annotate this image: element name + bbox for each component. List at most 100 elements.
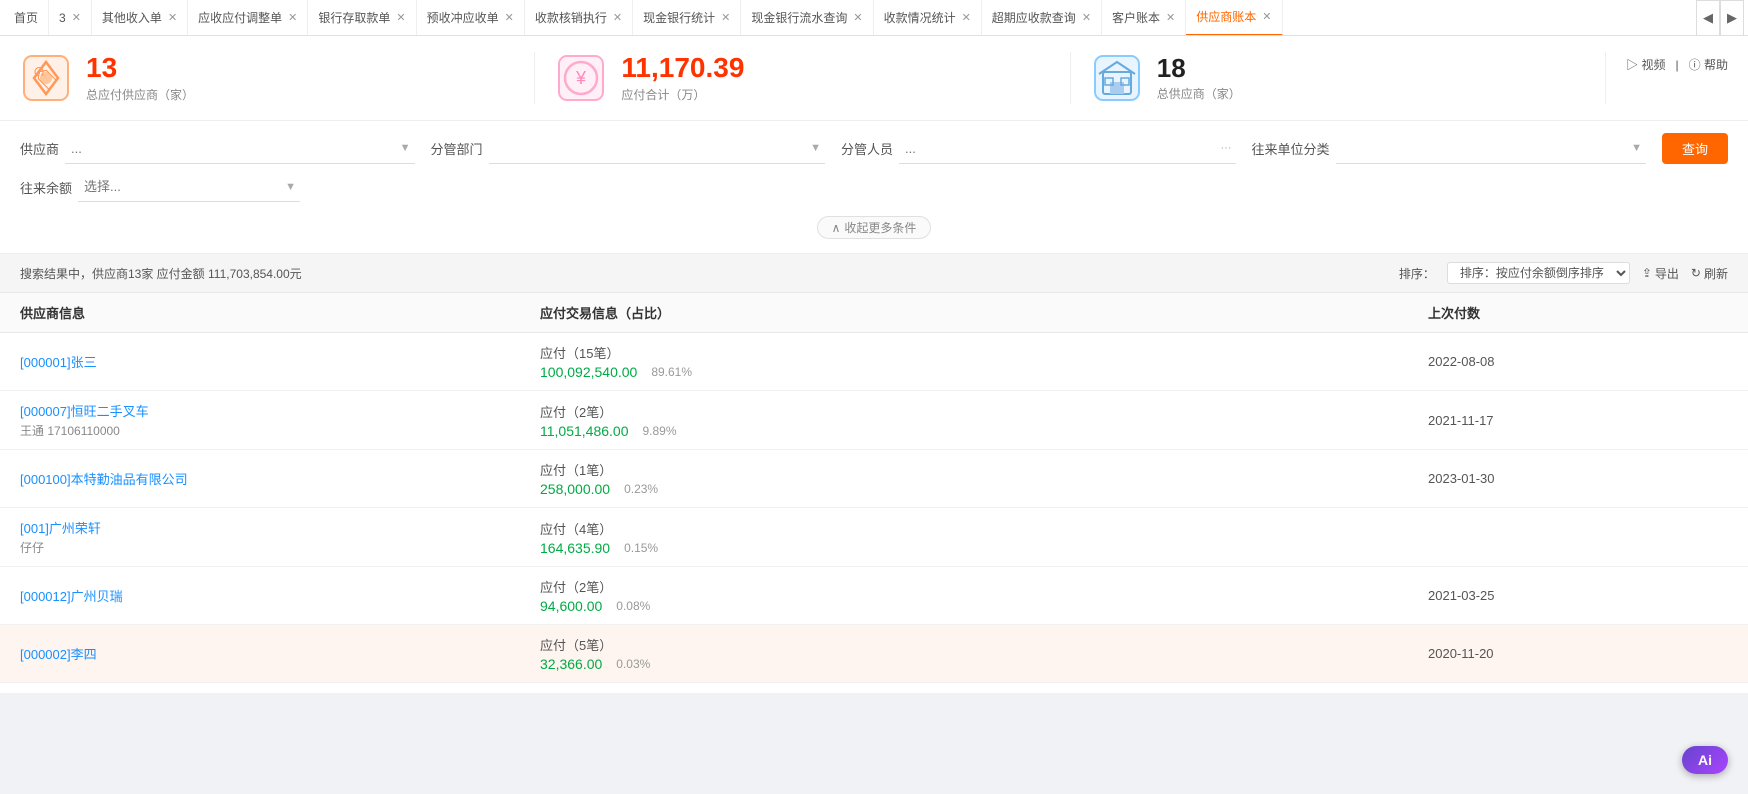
close-icon[interactable]: ✕ <box>1262 10 1271 23</box>
balance-input[interactable] <box>78 172 285 201</box>
last-pay-cell: 2023-01-30 <box>1428 471 1728 486</box>
tx-label: 应付（1笔） <box>540 460 1428 479</box>
tx-info-cell: 应付（1笔） 258,000.00 0.23% <box>540 460 1428 497</box>
close-icon[interactable]: ✕ <box>396 11 405 24</box>
supplier-filter-wrap[interactable]: ▼ <box>65 134 414 164</box>
supplier-sub: 仔仔 <box>20 539 540 556</box>
chevron-up-icon: ∧ <box>832 221 841 235</box>
nav-tab-ar-ap-adjust[interactable]: 应收应付调整单 ✕ <box>188 0 308 36</box>
top-nav: 首页 3 ✕ 其他收入单 ✕ 应收应付调整单 ✕ 银行存取款单 ✕ 预收冲应收单… <box>0 0 1748 36</box>
close-icon[interactable]: ✕ <box>613 11 622 24</box>
video-link[interactable]: ▷ 视频 <box>1626 56 1665 73</box>
last-pay-date: 2021-11-17 <box>1428 413 1494 428</box>
filter-balance: 往来余额 ▼ <box>20 172 300 202</box>
sort-label: 排序： <box>1399 265 1435 282</box>
tx-pct: 0.03% <box>616 657 650 671</box>
tx-info-cell: 应付（4笔） 164,635.90 0.15% <box>540 519 1428 556</box>
filter-area: 供应商 ▼ 分管部门 ▼ 分管人员 ··· 往来单位分类 <box>0 121 1748 254</box>
help-link[interactable]: ⓘ 帮助 <box>1689 56 1728 73</box>
supplier-info-cell: [001]广州荣轩 仔仔 <box>20 518 540 556</box>
money-icon: ¥ <box>555 52 607 104</box>
tx-info-cell: 应付（2笔） 94,600.00 0.08% <box>540 577 1428 614</box>
nav-tab-other-income-label: 其他收入单 <box>102 9 162 26</box>
ap-amount-value: 11,170.39 <box>621 53 744 84</box>
filter-category: 往来单位分类 ▼ <box>1252 134 1647 164</box>
tx-label: 应付（5笔） <box>540 635 1428 654</box>
nav-tab-ar-ap-adjust-label: 应收应付调整单 <box>198 9 282 26</box>
supplier-link[interactable]: [000002]李四 <box>20 647 97 662</box>
nav-tab-collect-stat-label: 收款情况统计 <box>884 9 956 26</box>
nav-tab-cash-bank-stat[interactable]: 现金银行统计 ✕ <box>633 0 741 36</box>
supplier-info-cell: [000012]广州贝瑞 <box>20 586 540 605</box>
close-icon[interactable]: ✕ <box>853 11 862 24</box>
ai-label: Ai <box>1698 752 1712 768</box>
category-input[interactable] <box>1336 134 1632 163</box>
tx-label: 应付（4笔） <box>540 519 1428 538</box>
last-pay-date: 2022-08-08 <box>1428 354 1495 369</box>
total-suppliers-label: 总供应商（家） <box>1157 85 1241 102</box>
nav-tab-home[interactable]: 首页 <box>4 0 49 36</box>
summary-bar: 🏷 13 总应付供应商（家） ¥ 11,170.39 应付合计（万） <box>0 36 1748 121</box>
close-icon[interactable]: ✕ <box>168 11 177 24</box>
nav-tab-bank-deposit[interactable]: 银行存取款单 ✕ <box>308 0 416 36</box>
supplier-info-cell: [000007]恒旺二手叉车 王通 17106110000 <box>20 401 540 439</box>
tx-pct: 0.15% <box>624 541 658 555</box>
tx-amount: 164,635.90 <box>540 540 610 556</box>
supplier-link[interactable]: [000012]广州贝瑞 <box>20 589 123 604</box>
nav-tab-cash-bank-stat-label: 现金银行统计 <box>643 9 715 26</box>
filter-person: 分管人员 ··· <box>841 134 1236 164</box>
close-icon[interactable]: ✕ <box>288 11 297 24</box>
close-icon[interactable]: ✕ <box>1166 11 1175 24</box>
supplier-link[interactable]: [000001]张三 <box>20 355 97 370</box>
nav-tab-home-label: 首页 <box>14 9 38 26</box>
dept-input[interactable] <box>489 134 811 163</box>
table-row: [000001]张三 应付（15笔） 100,092,540.00 89.61%… <box>0 333 1748 391</box>
dept-filter-wrap[interactable]: ▼ <box>489 134 825 164</box>
summary-ap-amount: ¥ 11,170.39 应付合计（万） <box>555 52 1070 104</box>
nav-tab-cash-bank-query[interactable]: 现金银行流水查询 ✕ <box>741 0 873 36</box>
close-icon[interactable]: ✕ <box>72 11 81 24</box>
summary-total-suppliers: 18 总供应商（家） <box>1091 52 1606 104</box>
supplier-link[interactable]: [001]广州荣轩 <box>20 521 101 536</box>
collapse-button[interactable]: ∧ 收起更多条件 <box>817 216 932 239</box>
person-filter-wrap[interactable]: ··· <box>899 134 1235 164</box>
store-icon <box>1091 52 1143 104</box>
tx-pct: 9.89% <box>643 424 677 438</box>
ai-badge[interactable]: Ai <box>1682 746 1728 774</box>
nav-tab-supplier-ledger[interactable]: 供应商账本 ✕ <box>1186 0 1282 36</box>
ap-suppliers-label: 总应付供应商（家） <box>86 86 194 103</box>
export-button[interactable]: ⇪ 导出 <box>1642 265 1679 282</box>
close-icon[interactable]: ✕ <box>962 11 971 24</box>
supplier-link[interactable]: [000007]恒旺二手叉车 <box>20 404 149 419</box>
close-icon[interactable]: ✕ <box>505 11 514 24</box>
data-table: 供应商信息 应付交易信息（占比） 上次付数 [000001]张三 应付（15笔）… <box>0 293 1748 693</box>
tx-label: 应付（2笔） <box>540 577 1428 596</box>
close-icon[interactable]: ✕ <box>1082 11 1091 24</box>
nav-tab-other-income[interactable]: 其他收入单 ✕ <box>92 0 188 36</box>
tx-info-cell: 应付（15笔） 100,092,540.00 89.61% <box>540 343 1428 380</box>
result-summary-text: 搜索结果中，供应商13家 应付金额 111,703,854.00元 <box>20 265 302 282</box>
nav-tab-customer-ledger[interactable]: 客户账本 ✕ <box>1102 0 1186 36</box>
summary-ap-suppliers-text: 13 总应付供应商（家） <box>86 53 194 103</box>
supplier-input[interactable] <box>65 134 400 163</box>
close-icon[interactable]: ✕ <box>721 11 730 24</box>
nav-tab-collect-verify-label: 收款核销执行 <box>535 9 607 26</box>
balance-filter-wrap[interactable]: ▼ <box>78 172 300 202</box>
nav-next-button[interactable]: ▶ <box>1720 0 1744 36</box>
tx-label: 应付（15笔） <box>540 343 1428 362</box>
nav-tab-3[interactable]: 3 ✕ <box>49 0 92 36</box>
person-input[interactable] <box>899 134 1220 163</box>
person-filter-label: 分管人员 <box>841 139 893 158</box>
sort-select[interactable]: 排序：按应付余额倒序排序 <box>1447 262 1630 284</box>
query-button[interactable]: 查询 <box>1662 133 1728 164</box>
nav-tab-collect-stat[interactable]: 收款情况统计 ✕ <box>874 0 982 36</box>
nav-tab-overdue-ar[interactable]: 超期应收款查询 ✕ <box>982 0 1102 36</box>
nav-tab-collect-verify[interactable]: 收款核销执行 ✕ <box>525 0 633 36</box>
supplier-info-cell: [000002]李四 <box>20 644 540 663</box>
refresh-button[interactable]: ↻ 刷新 <box>1691 265 1728 282</box>
supplier-link[interactable]: [000100]本特勤油品有限公司 <box>20 472 188 487</box>
last-pay-cell: 2022-08-08 <box>1428 354 1728 369</box>
category-filter-wrap[interactable]: ▼ <box>1336 134 1646 164</box>
nav-tab-prepay-offset[interactable]: 预收冲应收单 ✕ <box>417 0 525 36</box>
nav-prev-button[interactable]: ◀ <box>1696 0 1720 36</box>
